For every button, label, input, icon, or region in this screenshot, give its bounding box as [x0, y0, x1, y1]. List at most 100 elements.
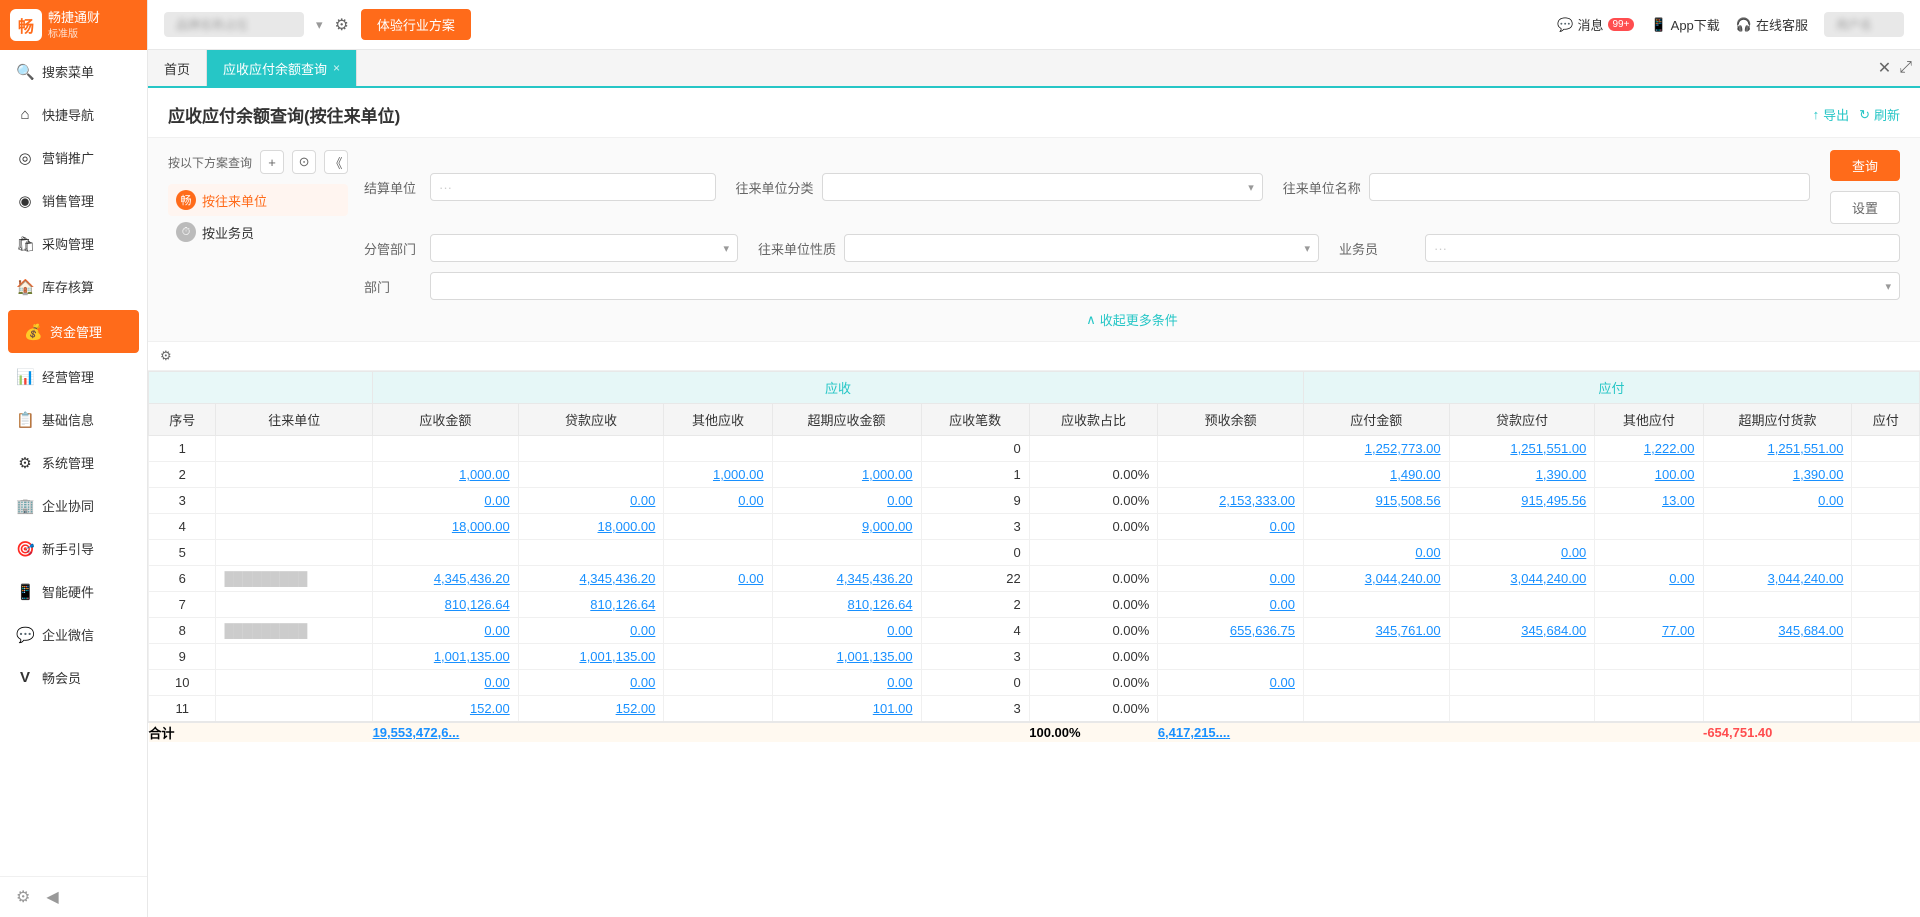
- cell-ar_loan[interactable]: 0.00: [518, 618, 664, 644]
- sidebar-item-wechat[interactable]: 💬 企业微信: [0, 613, 147, 656]
- tab-close-icon[interactable]: ×: [333, 61, 340, 75]
- cell-ar_loan[interactable]: 18,000.00: [518, 514, 664, 540]
- cell-ap_overdue[interactable]: 3,044,240.00: [1703, 566, 1852, 592]
- table-settings-icon[interactable]: ⚙: [160, 348, 172, 364]
- sidebar-item-system[interactable]: ⚙ 系统管理: [0, 441, 147, 484]
- cell-ar_advance[interactable]: 655,636.75: [1158, 618, 1304, 644]
- cell-ar_overdue[interactable]: 0.00: [772, 618, 921, 644]
- cell-ar_overdue[interactable]: 1,000.00: [772, 462, 921, 488]
- cell-ar_advance[interactable]: 0.00: [1158, 592, 1304, 618]
- sidebar-item-operations[interactable]: 📊 经营管理: [0, 355, 147, 398]
- cell-ar_loan[interactable]: 1,001,135.00: [518, 644, 664, 670]
- partner-type-input[interactable]: ▾: [822, 173, 1263, 201]
- bottom-settings-icon[interactable]: ⚙: [16, 887, 30, 907]
- cell-ar_advance[interactable]: 0.00: [1158, 566, 1304, 592]
- partner-name-input[interactable]: [1369, 173, 1810, 201]
- tab-close-window-icon[interactable]: ✕: [1878, 58, 1891, 78]
- cell-ar_amount[interactable]: 810,126.64: [373, 592, 519, 618]
- cell-ar_advance[interactable]: 2,153,333.00: [1158, 488, 1304, 514]
- refresh-button[interactable]: ↻ 刷新: [1859, 105, 1900, 124]
- cell-ap_overdue[interactable]: 1,251,551.00: [1703, 436, 1852, 462]
- cell-ar_overdue[interactable]: 4,345,436.20: [772, 566, 921, 592]
- cell-ar_amount[interactable]: 0.00: [373, 488, 519, 514]
- cell-ap_loan[interactable]: 915,495.56: [1449, 488, 1595, 514]
- settlement-input[interactable]: ···: [430, 173, 716, 201]
- topbar-dropdown-arrow[interactable]: ▾: [316, 17, 323, 33]
- message-action[interactable]: 💬 消息 99+: [1557, 15, 1634, 34]
- cell-ar_amount[interactable]: 152.00: [373, 696, 519, 723]
- settings-button[interactable]: 设置: [1830, 191, 1900, 224]
- footer-ar-amount[interactable]: 19,553,472,6...: [373, 722, 519, 742]
- cell-ap_overdue[interactable]: 0.00: [1703, 488, 1852, 514]
- cell-ap_other[interactable]: 1,222.00: [1595, 436, 1703, 462]
- cell-ap_loan[interactable]: 345,684.00: [1449, 618, 1595, 644]
- cell-ar_overdue[interactable]: 0.00: [772, 488, 921, 514]
- cell-ap_amount[interactable]: 0.00: [1303, 540, 1449, 566]
- cell-ar_overdue[interactable]: 101.00: [772, 696, 921, 723]
- cell-ap_amount[interactable]: 345,761.00: [1303, 618, 1449, 644]
- collapse-scheme-icon[interactable]: 《: [324, 150, 348, 174]
- cell-ap_loan[interactable]: 1,251,551.00: [1449, 436, 1595, 462]
- partner-nature-input[interactable]: ▾: [844, 234, 1319, 262]
- app-download-action[interactable]: 📱 App下载: [1650, 15, 1719, 34]
- tab-query[interactable]: 应收应付余额查询 ×: [207, 50, 357, 86]
- cell-ap_other[interactable]: 0.00: [1595, 566, 1703, 592]
- sidebar-item-basic[interactable]: 📋 基础信息: [0, 398, 147, 441]
- cell-ap_amount[interactable]: 915,508.56: [1303, 488, 1449, 514]
- sidebar-item-member[interactable]: V 畅会员: [0, 656, 147, 699]
- cell-ap_amount[interactable]: 1,490.00: [1303, 462, 1449, 488]
- cell-ar_loan[interactable]: 4,345,436.20: [518, 566, 664, 592]
- cell-ar_other[interactable]: 1,000.00: [664, 462, 772, 488]
- collapse-button[interactable]: ∧ 收起更多条件: [1086, 310, 1178, 329]
- cell-ap_amount[interactable]: 1,252,773.00: [1303, 436, 1449, 462]
- sidebar-item-hardware[interactable]: 📱 智能硬件: [0, 570, 147, 613]
- online-service-action[interactable]: 🎧 在线客服: [1736, 15, 1808, 34]
- cell-ap_other[interactable]: 13.00: [1595, 488, 1703, 514]
- query-button[interactable]: 查询: [1830, 150, 1900, 181]
- cell-ar_loan[interactable]: 0.00: [518, 670, 664, 696]
- cell-ar_other[interactable]: 0.00: [664, 488, 772, 514]
- cell-ar_overdue[interactable]: 810,126.64: [772, 592, 921, 618]
- cell-ar_loan[interactable]: 0.00: [518, 488, 664, 514]
- cell-ar_loan[interactable]: 810,126.64: [518, 592, 664, 618]
- manage-scheme-icon[interactable]: ⊙: [292, 150, 316, 174]
- department-input[interactable]: ▾: [430, 272, 1900, 300]
- sidebar-item-enterprise[interactable]: 🏢 企业协同: [0, 484, 147, 527]
- bottom-collapse-icon[interactable]: ◀: [46, 887, 58, 907]
- topbar-gear-icon[interactable]: ⚙: [335, 15, 349, 35]
- cell-ap_loan[interactable]: 3,044,240.00: [1449, 566, 1595, 592]
- salesperson-input[interactable]: ···: [1425, 234, 1900, 262]
- tab-maximize-icon[interactable]: ⤢: [1899, 59, 1912, 77]
- sidebar-item-finance[interactable]: 💰 资金管理: [8, 310, 139, 353]
- cell-ap_loan[interactable]: 1,390.00: [1449, 462, 1595, 488]
- cell-ar_advance[interactable]: 0.00: [1158, 670, 1304, 696]
- cell-ar_amount[interactable]: 4,345,436.20: [373, 566, 519, 592]
- cell-ar_amount[interactable]: 18,000.00: [373, 514, 519, 540]
- cell-ar_overdue[interactable]: 0.00: [772, 670, 921, 696]
- footer-ar-advance[interactable]: 6,417,215....: [1158, 722, 1304, 742]
- sidebar-item-search[interactable]: 🔍 搜索菜单: [0, 50, 147, 93]
- query-by-staff[interactable]: ⏱ 按业务员: [168, 216, 348, 248]
- add-scheme-icon[interactable]: +: [260, 150, 284, 174]
- cell-ar_amount[interactable]: 0.00: [373, 670, 519, 696]
- topbar-user[interactable]: 用户名: [1824, 12, 1904, 37]
- cell-ap_other[interactable]: 100.00: [1595, 462, 1703, 488]
- cell-ar_amount[interactable]: 1,001,135.00: [373, 644, 519, 670]
- cell-ap_other[interactable]: 77.00: [1595, 618, 1703, 644]
- cell-ap_overdue[interactable]: 1,390.00: [1703, 462, 1852, 488]
- sidebar-item-purchase[interactable]: 🛍 采购管理: [0, 222, 147, 265]
- tab-home[interactable]: 首页: [148, 50, 207, 86]
- query-by-unit[interactable]: 畅 按往来单位: [168, 184, 348, 216]
- cell-ar_other[interactable]: 0.00: [664, 566, 772, 592]
- cell-ar_amount[interactable]: 0.00: [373, 618, 519, 644]
- sidebar-item-marketing[interactable]: ◎ 营销推广: [0, 136, 147, 179]
- sidebar-item-quick[interactable]: ⌂ 快捷导航: [0, 93, 147, 136]
- sidebar-item-inventory[interactable]: 🏠 库存核算: [0, 265, 147, 308]
- cell-ap_loan[interactable]: 0.00: [1449, 540, 1595, 566]
- sidebar-item-guide[interactable]: 🎯 新手引导: [0, 527, 147, 570]
- sidebar-item-sales[interactable]: ◉ 销售管理: [0, 179, 147, 222]
- cell-ar_overdue[interactable]: 1,001,135.00: [772, 644, 921, 670]
- cell-ar_overdue[interactable]: 9,000.00: [772, 514, 921, 540]
- dept-input[interactable]: ▾: [430, 234, 738, 262]
- cell-ar_loan[interactable]: 152.00: [518, 696, 664, 723]
